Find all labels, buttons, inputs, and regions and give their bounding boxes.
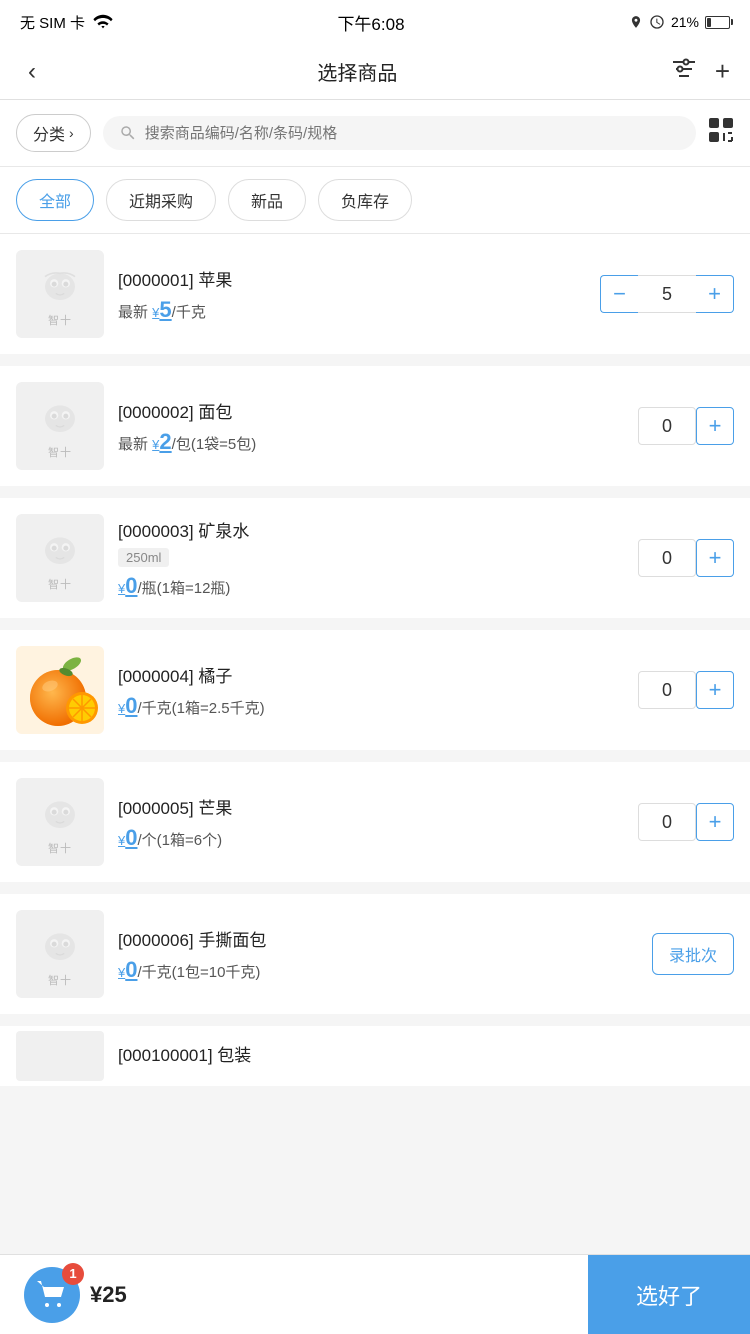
add-product-button[interactable]: + bbox=[715, 56, 730, 87]
product-info: [0000006] 手撕面包 ¥0/千克(1包=10千克) bbox=[118, 926, 638, 983]
filter-bar: 分类 › bbox=[0, 100, 750, 167]
product-info: [0000004] 橘子 ¥0/千克(1箱=2.5千克) bbox=[118, 662, 624, 719]
product-name: [0000001] 苹果 bbox=[118, 266, 586, 291]
tab-recent[interactable]: 近期采购 bbox=[106, 179, 216, 221]
product-name: [0000004] 橘子 bbox=[118, 662, 624, 687]
product-info: [000100001] 包装 bbox=[118, 1041, 734, 1072]
quantity-control: + bbox=[638, 803, 734, 841]
tab-new[interactable]: 新品 bbox=[228, 179, 306, 221]
product-info: [0000002] 面包 最新 ¥2/包(1袋=5包) bbox=[118, 398, 624, 455]
battery-percent: 21% bbox=[671, 14, 699, 30]
page-title: 选择商品 bbox=[317, 57, 397, 86]
chevron-right-icon: › bbox=[69, 125, 74, 141]
quantity-control: + bbox=[638, 407, 734, 445]
quantity-input[interactable] bbox=[638, 539, 696, 577]
back-button[interactable]: ‹ bbox=[20, 50, 44, 94]
product-info: [0000005] 芒果 ¥0/个(1箱=6个) bbox=[118, 794, 624, 851]
product-price: ¥0/瓶(1箱=12瓶) bbox=[118, 573, 624, 599]
status-right: 21% bbox=[629, 14, 730, 30]
batch-button[interactable]: 录批次 bbox=[652, 933, 734, 975]
search-input[interactable] bbox=[145, 125, 680, 142]
product-image bbox=[16, 1031, 104, 1081]
search-box bbox=[103, 116, 696, 150]
bottom-bar: 1 ¥25 选好了 bbox=[0, 1254, 750, 1334]
scan-icon[interactable] bbox=[708, 117, 734, 149]
tab-negative-stock[interactable]: 负库存 bbox=[318, 179, 412, 221]
cart-area[interactable]: 1 ¥25 bbox=[0, 1267, 151, 1323]
product-name: [0000005] 芒果 bbox=[118, 794, 624, 819]
list-item: 智十 [0000003] 矿泉水 250ml ¥0/瓶(1箱=12瓶) + bbox=[0, 498, 750, 618]
list-item: 智十 [0000006] 手撕面包 ¥0/千克(1包=10千克) 录批次 bbox=[0, 894, 750, 1014]
filter-icon[interactable] bbox=[671, 58, 697, 86]
product-image: 智十 bbox=[16, 250, 104, 338]
tab-all[interactable]: 全部 bbox=[16, 179, 94, 221]
quantity-input[interactable] bbox=[638, 275, 696, 313]
product-price: ¥0/个(1箱=6个) bbox=[118, 825, 624, 851]
product-name: [000100001] 包装 bbox=[118, 1041, 734, 1066]
decrease-button[interactable]: − bbox=[600, 275, 638, 313]
location-icon bbox=[629, 14, 643, 30]
quantity-control: + bbox=[638, 539, 734, 577]
increase-button[interactable]: + bbox=[696, 407, 734, 445]
product-image: 智十 bbox=[16, 382, 104, 470]
battery-icon bbox=[705, 16, 730, 29]
wifi-icon bbox=[93, 14, 113, 30]
confirm-button[interactable]: 选好了 bbox=[588, 1255, 750, 1334]
cart-total: ¥25 bbox=[90, 1282, 127, 1308]
nav-actions: + bbox=[671, 56, 730, 87]
product-image: 智十 bbox=[16, 910, 104, 998]
list-item: 智十 [0000001] 苹果 最新 ¥5/千克 − + bbox=[0, 234, 750, 354]
list-item: [0000004] 橘子 ¥0/千克(1箱=2.5千克) + bbox=[0, 630, 750, 750]
category-button[interactable]: 分类 › bbox=[16, 114, 91, 152]
product-info: [0000001] 苹果 最新 ¥5/千克 bbox=[118, 266, 586, 323]
increase-button[interactable]: + bbox=[696, 671, 734, 709]
increase-button[interactable]: + bbox=[696, 803, 734, 841]
quantity-input[interactable] bbox=[638, 803, 696, 841]
list-item: 智十 [0000002] 面包 最新 ¥2/包(1袋=5包) + bbox=[0, 366, 750, 486]
list-item: 智十 [0000005] 芒果 ¥0/个(1箱=6个) + bbox=[0, 762, 750, 882]
product-image: 智十 bbox=[16, 514, 104, 602]
product-name: [0000006] 手撕面包 bbox=[118, 926, 638, 951]
carrier-label: 无 SIM 卡 bbox=[20, 12, 85, 33]
increase-button[interactable]: + bbox=[696, 539, 734, 577]
increase-button[interactable]: + bbox=[696, 275, 734, 313]
product-price: 最新 ¥2/包(1袋=5包) bbox=[118, 429, 624, 455]
quantity-control: + bbox=[638, 671, 734, 709]
product-info: [0000003] 矿泉水 250ml ¥0/瓶(1箱=12瓶) bbox=[118, 517, 624, 599]
product-name: [0000002] 面包 bbox=[118, 398, 624, 423]
search-icon bbox=[119, 124, 137, 142]
alarm-icon bbox=[649, 14, 665, 30]
cart-icon-wrap: 1 bbox=[24, 1267, 80, 1323]
product-image bbox=[16, 646, 104, 734]
cart-badge: 1 bbox=[62, 1263, 84, 1285]
product-spec: 250ml bbox=[118, 548, 169, 567]
product-price: ¥0/千克(1包=10千克) bbox=[118, 957, 638, 983]
status-left: 无 SIM 卡 bbox=[20, 12, 113, 33]
product-name: [0000003] 矿泉水 bbox=[118, 517, 624, 542]
product-image: 智十 bbox=[16, 778, 104, 866]
status-time: 下午6:08 bbox=[337, 10, 404, 35]
cart-icon bbox=[37, 1281, 67, 1309]
quantity-input[interactable] bbox=[638, 407, 696, 445]
product-list: 智十 [0000001] 苹果 最新 ¥5/千克 − + bbox=[0, 234, 750, 1176]
nav-bar: ‹ 选择商品 + bbox=[0, 44, 750, 100]
tabs-bar: 全部 近期采购 新品 负库存 bbox=[0, 167, 750, 234]
product-price: 最新 ¥5/千克 bbox=[118, 297, 586, 323]
quantity-control: − + bbox=[600, 275, 734, 313]
list-item: [000100001] 包装 bbox=[0, 1026, 750, 1086]
status-bar: 无 SIM 卡 下午6:08 21% bbox=[0, 0, 750, 44]
product-price: ¥0/千克(1箱=2.5千克) bbox=[118, 693, 624, 719]
quantity-input[interactable] bbox=[638, 671, 696, 709]
